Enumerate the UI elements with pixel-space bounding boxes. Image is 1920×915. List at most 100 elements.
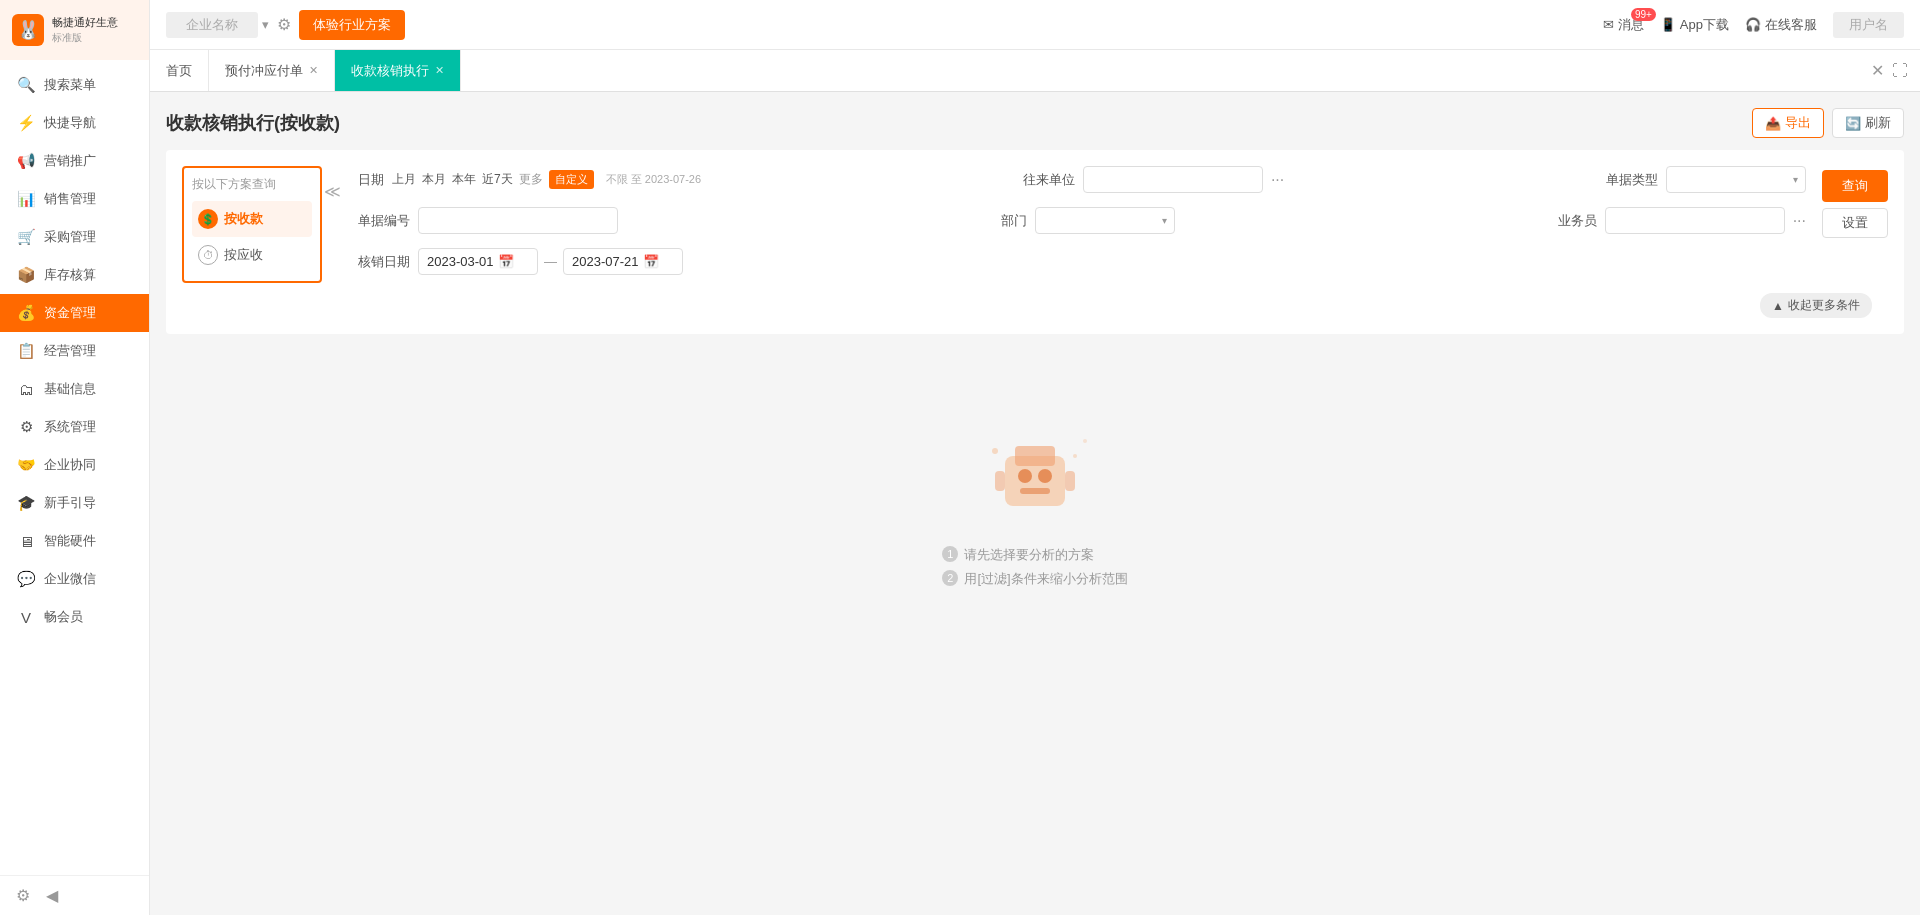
svg-point-9 (1083, 439, 1087, 443)
nav-icon-13: 💬 (16, 570, 36, 588)
sidebar-item-7[interactable]: 📋经营管理 (0, 332, 149, 370)
nav-label-3: 销售管理 (44, 190, 96, 208)
empty-illustration (975, 426, 1095, 526)
solution-button[interactable]: 体验行业方案 (299, 10, 405, 40)
shortcut-last-month[interactable]: 上月 (392, 171, 416, 188)
verify-date-field: 核销日期 2023-03-01 📅 — 2023-07-21 📅 (358, 248, 683, 275)
page-content: 收款核销执行(按收款) 📤 导出 🔄 刷新 按以下方案查询 (150, 92, 1920, 915)
topbar-gear-icon[interactable]: ⚙ (277, 15, 291, 34)
nav-icon-2: 📢 (16, 152, 36, 170)
close-all-tabs-icon[interactable]: ✕ (1871, 61, 1884, 80)
page-title: 收款核销执行(按收款) (166, 111, 340, 135)
sidebar-item-6[interactable]: 💰资金管理 (0, 294, 149, 332)
sidebar-item-1[interactable]: ⚡快捷导航 (0, 104, 149, 142)
tab-prepay[interactable]: 预付冲应付单 ✕ (209, 50, 335, 91)
calendar-start-icon[interactable]: 📅 (498, 254, 514, 269)
topbar-brand: 企业名称 ▾ (166, 12, 269, 38)
sidebar-item-14[interactable]: V畅会员 (0, 598, 149, 636)
date-unlimit: 不限 至 2023-07-26 (606, 172, 701, 187)
dropdown-icon[interactable]: ▾ (262, 17, 269, 32)
app-name: 畅捷通好生意 (52, 15, 118, 30)
filter-option-by-receipt[interactable]: 💲 按收款 (192, 201, 312, 237)
nav-label-10: 企业协同 (44, 456, 96, 474)
empty-state: 1 请先选择要分析的方案 2 用[过滤]条件来缩小分析范围 (166, 346, 1904, 674)
partner-dots-btn[interactable]: ··· (1271, 171, 1284, 189)
filter-sidebar: 按以下方案查询 💲 按收款 ⏱ 按应收 (182, 166, 322, 283)
sidebar-item-8[interactable]: 🗂基础信息 (0, 370, 149, 408)
svg-rect-5 (995, 471, 1005, 491)
shortcut-custom[interactable]: 自定义 (549, 170, 594, 189)
tab-verify-close[interactable]: ✕ (435, 64, 444, 77)
message-badge: 99+ (1631, 8, 1656, 21)
nav-icon-14: V (16, 609, 36, 626)
verify-date-label: 核销日期 (358, 253, 410, 271)
nav-icon-4: 🛒 (16, 228, 36, 246)
main-area: 企业名称 ▾ ⚙ 体验行业方案 ✉ 消息 99+ 📱 App下载 🎧 在线客服 … (150, 0, 1920, 915)
nav-icon-5: 📦 (16, 266, 36, 284)
collapse-conditions-btn[interactable]: ▲ 收起更多条件 (1760, 293, 1872, 318)
nav-icon-9: ⚙ (16, 418, 36, 436)
partner-input[interactable] (1083, 166, 1263, 193)
message-icon: ✉ (1603, 17, 1614, 32)
bill-no-field: 单据编号 (358, 207, 618, 234)
sidebar-item-10[interactable]: 🤝 企业协同 (0, 446, 149, 484)
collapse-filter-btn[interactable]: ≪ (322, 166, 342, 216)
expand-icon[interactable]: ⛶ (1892, 62, 1908, 80)
online-service-button[interactable]: 🎧 在线客服 (1745, 16, 1817, 34)
sidebar-logo: 🐰 畅捷通好生意 标准版 (0, 0, 149, 60)
sidebar: 🐰 畅捷通好生意 标准版 🔍搜索菜单⚡快捷导航📢营销推广📊销售管理🛒采购管理 📦 库… (0, 0, 150, 915)
tab-home[interactable]: 首页 (150, 50, 209, 91)
sidebar-item-13[interactable]: 💬企业微信 (0, 560, 149, 598)
collapse-sidebar-icon[interactable]: ◀ (46, 886, 58, 905)
tab-verify[interactable]: 收款核销执行 ✕ (335, 50, 461, 91)
filter-form: 日期 上月 本月 本年 近7天 更多 自定义 不限 至 2023-07-26 (342, 166, 1822, 289)
shortcut-this-year[interactable]: 本年 (452, 171, 476, 188)
dept-label: 部门 (1001, 212, 1027, 230)
sidebar-item-9[interactable]: ⚙系统管理 (0, 408, 149, 446)
sidebar-item-2[interactable]: 📢营销推广 (0, 142, 149, 180)
verify-end-input[interactable]: 2023-07-21 📅 (563, 248, 683, 275)
sidebar-item-4[interactable]: 🛒采购管理 (0, 218, 149, 256)
svg-rect-1 (1015, 446, 1055, 466)
sidebar-item-12[interactable]: 🖥智能硬件 (0, 522, 149, 560)
refresh-button[interactable]: 🔄 刷新 (1832, 108, 1904, 138)
calendar-end-icon[interactable]: 📅 (643, 254, 659, 269)
service-icon: 🎧 (1745, 17, 1761, 32)
sidebar-item-5[interactable]: 📦 库存核算 (0, 256, 149, 294)
svg-point-3 (1038, 469, 1052, 483)
staff-dots-btn[interactable]: ··· (1793, 212, 1806, 230)
message-button[interactable]: ✉ 消息 99+ (1603, 16, 1644, 34)
shortcut-more[interactable]: 更多 (519, 171, 543, 188)
staff-input[interactable] (1605, 207, 1785, 234)
topbar: 企业名称 ▾ ⚙ 体验行业方案 ✉ 消息 99+ 📱 App下载 🎧 在线客服 … (150, 0, 1920, 50)
nav-label-12: 智能硬件 (44, 532, 96, 550)
nav-icon-1: ⚡ (16, 114, 36, 132)
nav-icon-10: 🤝 (16, 456, 36, 474)
dept-select[interactable] (1035, 207, 1175, 234)
bill-type-select[interactable] (1666, 166, 1806, 193)
svg-point-7 (992, 448, 998, 454)
company-name: 企业名称 (166, 12, 258, 38)
app-download-button[interactable]: 📱 App下载 (1660, 16, 1729, 34)
shortcut-this-month[interactable]: 本月 (422, 171, 446, 188)
tab-prepay-close[interactable]: ✕ (309, 64, 318, 77)
nav-icon-6: 💰 (16, 304, 36, 322)
sidebar-item-3[interactable]: 📊销售管理 (0, 180, 149, 218)
user-button[interactable]: 用户名 (1833, 12, 1904, 38)
nav-label-5: 库存核算 (44, 266, 96, 284)
sidebar-item-11[interactable]: 🎓新手引导 (0, 484, 149, 522)
hint-num-2: 2 (942, 570, 958, 586)
verify-start-input[interactable]: 2023-03-01 📅 (418, 248, 538, 275)
query-button[interactable]: 查询 (1822, 170, 1888, 202)
filter-settings-button[interactable]: 设置 (1822, 208, 1888, 238)
dept-field: 部门 ▾ (1001, 207, 1175, 234)
export-button[interactable]: 📤 导出 (1752, 108, 1824, 138)
filter-option-by-receivable[interactable]: ⏱ 按应收 (192, 237, 312, 273)
sidebar-nav: 🔍搜索菜单⚡快捷导航📢营销推广📊销售管理🛒采购管理 📦 库存核算 💰资金管理📋经营管理… (0, 60, 149, 875)
bill-no-input[interactable] (418, 207, 618, 234)
shortcut-7days[interactable]: 近7天 (482, 171, 513, 188)
sidebar-item-0[interactable]: 🔍搜索菜单 (0, 66, 149, 104)
app-logo-icon: 🐰 (12, 14, 44, 46)
settings-icon[interactable]: ⚙ (16, 886, 30, 905)
partner-label: 往来单位 (1023, 171, 1075, 189)
